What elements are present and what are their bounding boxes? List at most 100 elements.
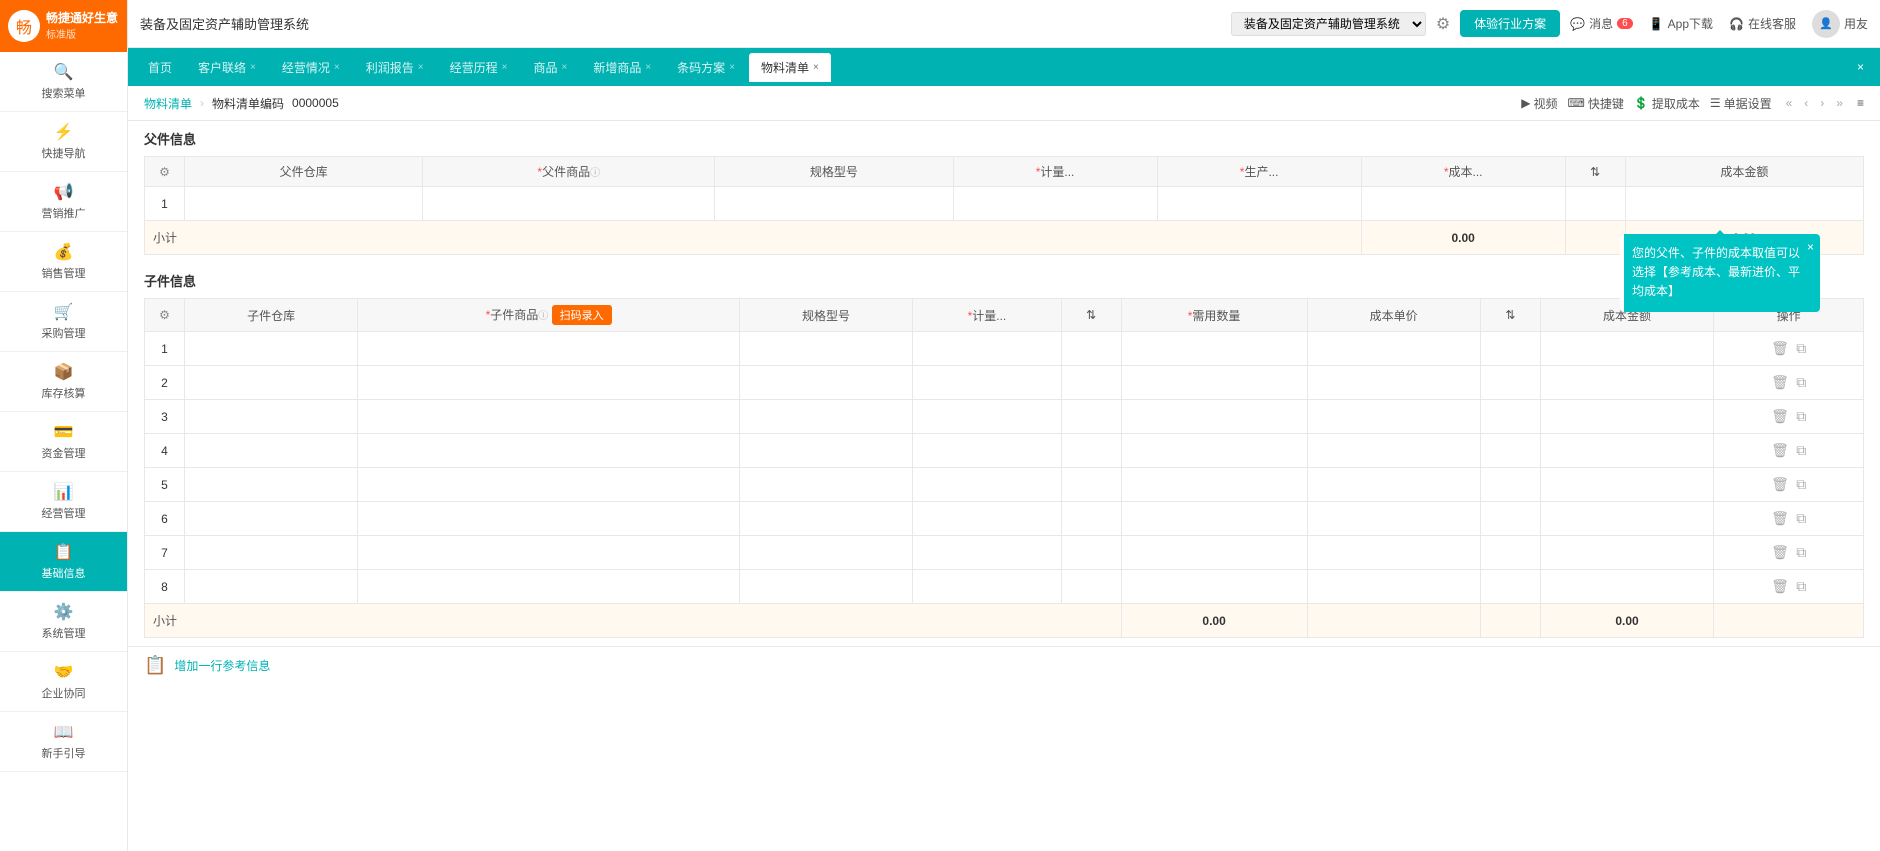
child-row-8-quantity[interactable]: [1121, 570, 1307, 604]
parent-row-1-product[interactable]: [423, 187, 715, 221]
parent-row-1-production[interactable]: [1157, 187, 1361, 221]
first-page-button[interactable]: «: [1782, 94, 1797, 112]
child-row-3-warehouse[interactable]: [185, 400, 358, 434]
child-row-8-unit-cost[interactable]: [1307, 570, 1480, 604]
child-row-7-quantity[interactable]: [1121, 536, 1307, 570]
nav-tab-0[interactable]: 首页: [136, 53, 184, 82]
nav-tab-close-7[interactable]: ×: [729, 62, 735, 73]
child-row-3-product[interactable]: [358, 400, 739, 434]
nav-tab-1[interactable]: 客户联络×: [186, 53, 268, 82]
sidebar-item-operation[interactable]: 📊经营管理: [0, 472, 127, 532]
child-row-6-spec[interactable]: [739, 502, 912, 536]
child-row-7-unit-cost[interactable]: [1307, 536, 1480, 570]
child-row-7-delete-button[interactable]: 🗑: [1769, 542, 1791, 563]
sidebar-item-inventory[interactable]: 📦库存核算: [0, 352, 127, 412]
child-row-2-quantity[interactable]: [1121, 366, 1307, 400]
child-row-5-unit-cost[interactable]: [1307, 468, 1480, 502]
nav-tab-2[interactable]: 经营情况×: [270, 53, 352, 82]
parent-row-1-spec[interactable]: [715, 187, 953, 221]
sidebar-item-marketing[interactable]: 📢营销推广: [0, 172, 127, 232]
nav-tab-close-6[interactable]: ×: [645, 62, 651, 73]
child-row-2-warehouse[interactable]: [185, 366, 358, 400]
nav-tab-close-1[interactable]: ×: [250, 62, 256, 73]
child-row-1-product[interactable]: [358, 332, 739, 366]
sidebar-item-finance[interactable]: 💳资金管理: [0, 412, 127, 472]
nav-tab-8[interactable]: 物料清单×: [749, 53, 831, 82]
sidebar-item-sales[interactable]: 💰销售管理: [0, 232, 127, 292]
sidebar-item-basic-info[interactable]: 📋基础信息: [0, 532, 127, 592]
shortcut-button[interactable]: ⌨ 快捷键: [1568, 95, 1624, 112]
child-row-5-warehouse[interactable]: [185, 468, 358, 502]
child-row-2-product[interactable]: [358, 366, 739, 400]
child-row-8-product[interactable]: [358, 570, 739, 604]
parent-row-1-warehouse[interactable]: [185, 187, 423, 221]
child-row-5-product[interactable]: [358, 468, 739, 502]
sidebar-item-enterprise[interactable]: 🤝企业协同: [0, 652, 127, 712]
child-row-2-spec[interactable]: [739, 366, 912, 400]
child-row-3-delete-button[interactable]: 🗑: [1769, 406, 1791, 427]
child-row-6-unit[interactable]: [913, 502, 1062, 536]
child-row-1-spec[interactable]: [739, 332, 912, 366]
add-row-label[interactable]: 增加一行参考信息: [174, 657, 270, 674]
nav-tab-close-8[interactable]: ×: [813, 62, 819, 73]
child-row-4-product[interactable]: [358, 434, 739, 468]
child-row-7-spec[interactable]: [739, 536, 912, 570]
child-row-3-unit[interactable]: [913, 400, 1062, 434]
prev-page-button[interactable]: ‹: [1800, 94, 1812, 112]
child-row-4-spec[interactable]: [739, 434, 912, 468]
trial-button[interactable]: 体验行业方案: [1460, 10, 1560, 37]
child-row-8-copy-button[interactable]: ⧉: [1794, 576, 1808, 597]
child-row-4-quantity[interactable]: [1121, 434, 1307, 468]
system-select[interactable]: 装备及固定资产辅助管理系统: [1231, 12, 1426, 36]
child-row-1-unit[interactable]: [913, 332, 1062, 366]
nav-tab-6[interactable]: 新增商品×: [581, 53, 663, 82]
child-row-2-delete-button[interactable]: 🗑: [1769, 372, 1791, 393]
child-row-6-product[interactable]: [358, 502, 739, 536]
child-row-5-delete-button[interactable]: 🗑: [1769, 474, 1791, 495]
nav-tab-5[interactable]: 商品×: [521, 53, 579, 82]
child-row-3-quantity[interactable]: [1121, 400, 1307, 434]
child-row-7-warehouse[interactable]: [185, 536, 358, 570]
child-row-8-delete-button[interactable]: 🗑: [1769, 576, 1791, 597]
parent-col-gear-icon[interactable]: ⚙: [159, 165, 170, 179]
child-row-8-warehouse[interactable]: [185, 570, 358, 604]
nav-tab-7[interactable]: 条码方案×: [665, 53, 747, 82]
extract-cost-button[interactable]: 💲 提取成本: [1634, 95, 1700, 112]
child-row-2-unit[interactable]: [913, 366, 1062, 400]
child-row-1-copy-button[interactable]: ⧉: [1794, 338, 1808, 359]
child-row-8-unit[interactable]: [913, 570, 1062, 604]
parent-row-1-cost[interactable]: [1361, 187, 1565, 221]
child-row-6-copy-button[interactable]: ⧉: [1794, 508, 1808, 529]
tooltip-close-button[interactable]: ×: [1807, 238, 1814, 257]
nav-tab-3[interactable]: 利润报告×: [354, 53, 436, 82]
user-menu[interactable]: 👤 用友: [1812, 10, 1868, 38]
sidebar-item-quick-nav[interactable]: ⚡快捷导航: [0, 112, 127, 172]
close-all-tabs[interactable]: ×: [1849, 56, 1872, 78]
child-row-4-copy-button[interactable]: ⧉: [1794, 440, 1808, 461]
child-row-1-quantity[interactable]: [1121, 332, 1307, 366]
child-row-7-copy-button[interactable]: ⧉: [1794, 542, 1808, 563]
view-video-button[interactable]: ▶ 视频: [1521, 95, 1557, 112]
next-page-button[interactable]: ›: [1816, 94, 1828, 112]
child-row-6-unit-cost[interactable]: [1307, 502, 1480, 536]
child-row-5-copy-button[interactable]: ⧉: [1794, 474, 1808, 495]
child-row-6-warehouse[interactable]: [185, 502, 358, 536]
child-row-6-delete-button[interactable]: 🗑: [1769, 508, 1791, 529]
child-row-2-copy-button[interactable]: ⧉: [1794, 372, 1808, 393]
nav-tab-close-3[interactable]: ×: [418, 62, 424, 73]
child-row-3-unit-cost[interactable]: [1307, 400, 1480, 434]
nav-tab-close-2[interactable]: ×: [334, 62, 340, 73]
child-row-1-unit-cost[interactable]: [1307, 332, 1480, 366]
child-row-4-delete-button[interactable]: 🗑: [1769, 440, 1791, 461]
app-download-button[interactable]: 📱 App下载: [1649, 15, 1713, 32]
child-row-5-quantity[interactable]: [1121, 468, 1307, 502]
child-row-4-unit[interactable]: [913, 434, 1062, 468]
parent-row-1-unit[interactable]: [953, 187, 1157, 221]
child-row-1-warehouse[interactable]: [185, 332, 358, 366]
child-row-5-spec[interactable]: [739, 468, 912, 502]
child-row-1-delete-button[interactable]: 🗑: [1769, 338, 1791, 359]
online-service-button[interactable]: 🎧 在线客服: [1729, 15, 1796, 32]
single-settings-button[interactable]: ☰ 单据设置: [1710, 95, 1772, 112]
child-row-7-product[interactable]: [358, 536, 739, 570]
child-row-6-quantity[interactable]: [1121, 502, 1307, 536]
